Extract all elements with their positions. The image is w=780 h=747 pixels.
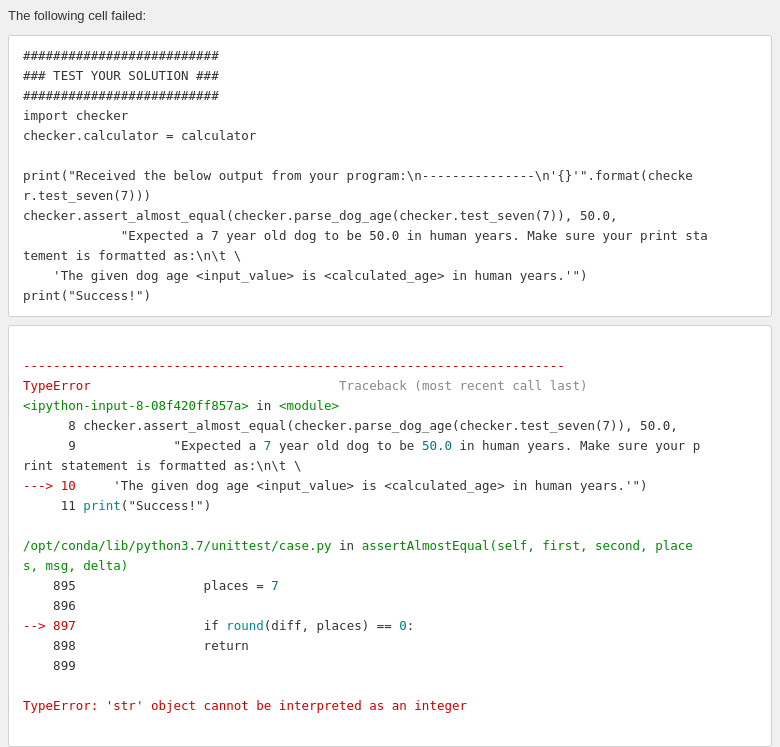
line-897: if round(diff, places) == 0: [204, 618, 415, 633]
error-type: TypeError [23, 378, 91, 393]
code-line-1: ########################## ### TEST YOUR… [23, 48, 708, 303]
line-num-9: 9 "Expected a 7 year old dog to be 50.0 … [68, 438, 700, 453]
line-899: 899 [53, 658, 76, 673]
line-10: 'The given dog age <input_value> is <cal… [113, 478, 647, 493]
line-898: 898 return [53, 638, 249, 653]
error-cell: ----------------------------------------… [8, 325, 772, 747]
arrow-897: --> 897 [23, 618, 76, 633]
final-error: TypeError: 'str' object cannot be interp… [23, 698, 467, 713]
code-cell: ########################## ### TEST YOUR… [8, 35, 772, 317]
line-895: 895 places = 7 [53, 578, 279, 593]
module-label: <module> [279, 398, 339, 413]
line-9b: rint statement is formatted as:\n\t \ [23, 458, 301, 473]
line-num-8: 8 checker.assert_almost_equal(checker.pa… [68, 418, 678, 433]
traceback-label: Traceback (most recent call last) [339, 378, 587, 393]
arrow-10: ---> 10 [23, 478, 76, 493]
conda-path-2: s, msg, delta) [23, 558, 128, 573]
conda-path: /opt/conda/lib/python3.7/unittest/case.p… [23, 538, 693, 553]
line-11: 11 print("Success!") [61, 498, 212, 513]
separator-line: ----------------------------------------… [23, 358, 565, 373]
failed-label: The following cell failed: [8, 8, 772, 23]
line-896: 896 [53, 598, 76, 613]
ipython-ref: <ipython-input-8-08f420ff857a> [23, 398, 249, 413]
page-container: The following cell failed: #############… [0, 0, 780, 747]
